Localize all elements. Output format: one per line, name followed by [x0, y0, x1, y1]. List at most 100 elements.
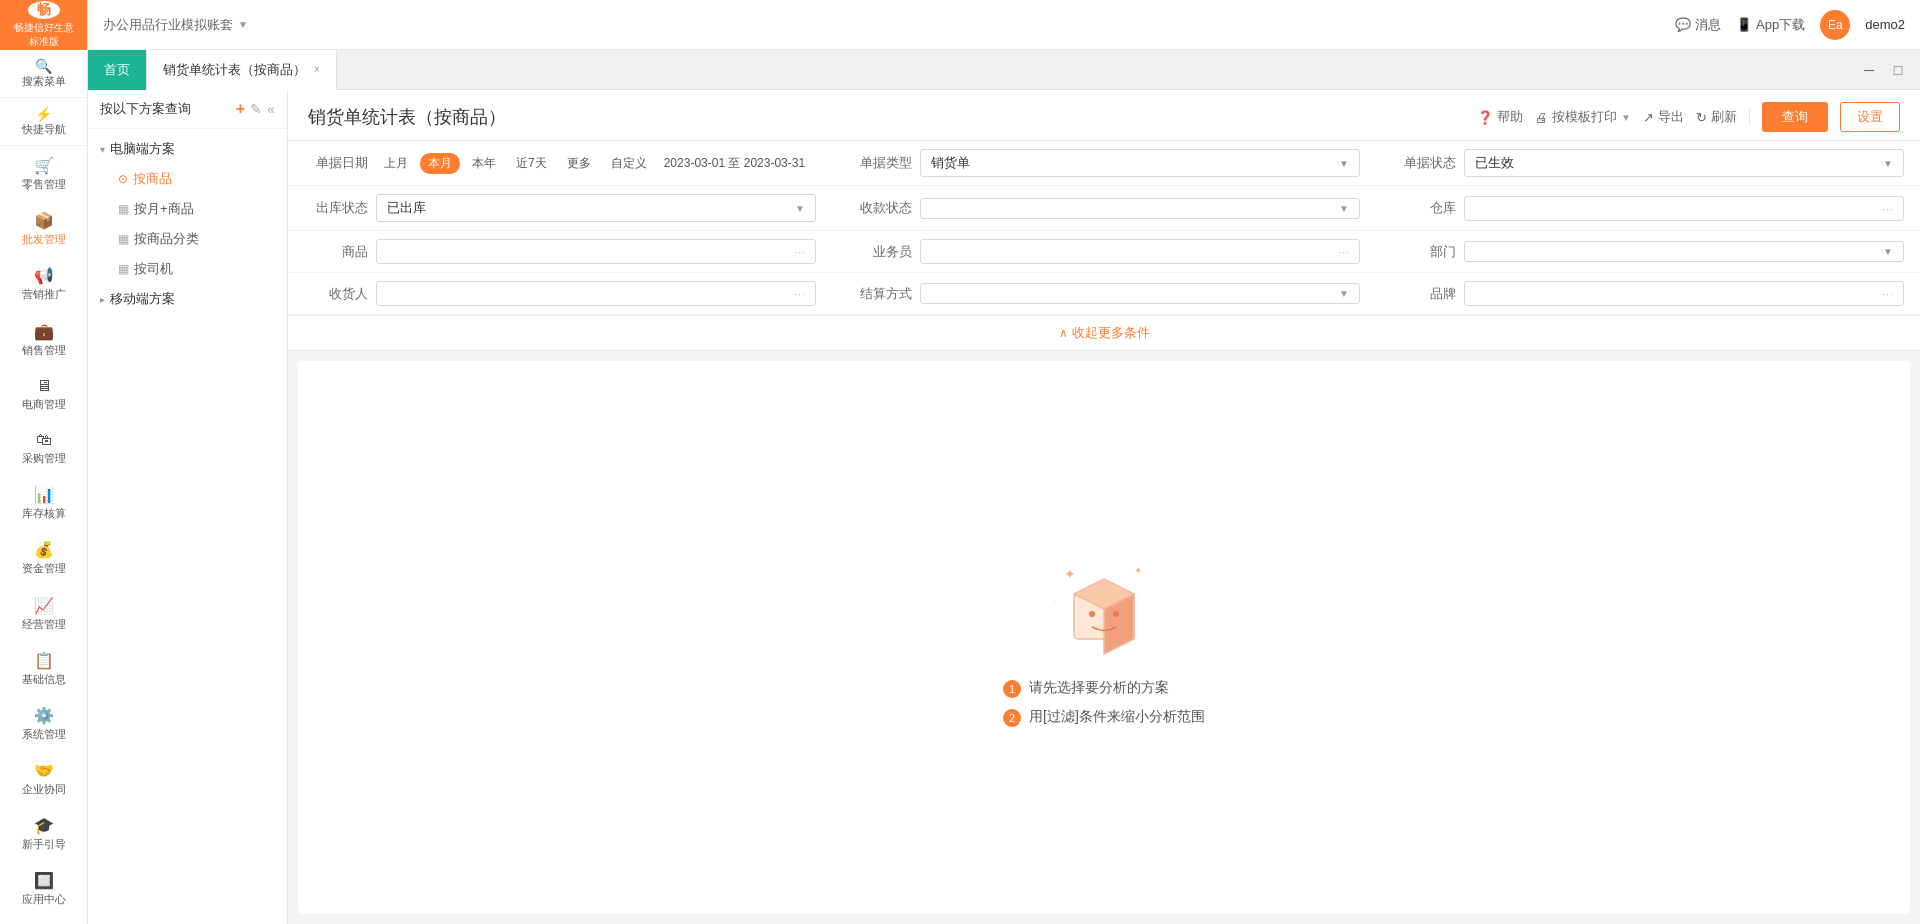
salesman-input[interactable]: ···	[920, 239, 1360, 264]
query-button[interactable]: 查询	[1762, 102, 1828, 132]
collectstatus-select[interactable]: ▼	[920, 198, 1360, 219]
export-icon: ↗	[1643, 110, 1654, 125]
warehouse-input[interactable]: ···	[1464, 196, 1904, 221]
sidebar-item-wholesale[interactable]: 📦 批发管理	[0, 201, 87, 256]
export-label: 导出	[1658, 108, 1684, 126]
tree-section: ▾ 电脑端方案 ⊙ 按商品 ▦ 按月+商品 ▦ 按商品分类 ▦ 按司机	[88, 129, 287, 319]
collapse-label: 收起更多条件	[1072, 324, 1150, 342]
tree-child-by-month-product[interactable]: ▦ 按月+商品	[88, 194, 287, 224]
product-input[interactable]: ···	[376, 239, 816, 264]
basic-label: 基础信息	[22, 673, 66, 686]
tree-expand-icon: ▾	[100, 144, 105, 155]
industry-dropdown-icon[interactable]: ▼	[238, 19, 248, 30]
date-tab-7days[interactable]: 近7天	[508, 153, 555, 174]
receiver-dots: ···	[794, 286, 805, 301]
desktop-scheme-label: 电脑端方案	[110, 140, 175, 158]
empty-svg: ✦ ✦ ·	[1044, 539, 1164, 659]
docstatus-select[interactable]: 已生效 ▼	[1464, 149, 1904, 177]
by-month-product-label: 按月+商品	[134, 200, 194, 218]
refresh-button[interactable]: ↻ 刷新	[1696, 108, 1737, 126]
sidebar-quick-nav[interactable]: ⚡ 快捷导航	[0, 98, 87, 146]
report-tab-label: 销货单统计表（按商品）	[163, 61, 306, 79]
sales-label: 销售管理	[22, 344, 66, 357]
sidebar-item-inventory[interactable]: 📊 库存核算	[0, 475, 87, 530]
by-product-label: 按商品	[133, 170, 172, 188]
dept-select[interactable]: ▼	[1464, 241, 1904, 262]
warehouse-label: 仓库	[1392, 199, 1464, 217]
tree-parent-desktop[interactable]: ▾ 电脑端方案	[88, 134, 287, 164]
search-label: 搜索菜单	[5, 74, 82, 89]
print-icon: 🖨	[1535, 110, 1548, 125]
filter-cell-doctype: 单据类型 销货单 ▼	[832, 141, 1376, 186]
minimize-button[interactable]: ─	[1857, 58, 1881, 82]
filter-cell-outstatus: 出库状态 已出库 ▼	[288, 186, 832, 231]
retail-label: 零售管理	[22, 178, 66, 191]
sidebar-item-basic[interactable]: 📋 基础信息	[0, 641, 87, 696]
sidebar-item-apps[interactable]: 🔲 应用中心	[0, 861, 87, 916]
filter-row-3: 商品 ··· 业务员 ··· 部门	[288, 231, 1920, 273]
apps-label: 应用中心	[22, 893, 66, 906]
topbar-right: 💬 消息 📱 App下载 Ea demo2	[1675, 10, 1905, 40]
filter-cell-settle: 结算方式 ▼	[832, 273, 1376, 315]
collapse-panel-button[interactable]: «	[267, 101, 275, 117]
doctype-select[interactable]: 销货单 ▼	[920, 149, 1360, 177]
sidebar-item-operations[interactable]: 📈 经营管理	[0, 586, 87, 641]
user-initials: Ea	[1828, 18, 1843, 32]
tree-parent-mobile[interactable]: ▸ 移动端方案	[88, 284, 287, 314]
purchase-icon: 🛍	[36, 431, 52, 449]
sidebar-item-system[interactable]: ⚙️ 系统管理	[0, 696, 87, 751]
sidebar-item-finance[interactable]: 💰 资金管理	[0, 530, 87, 585]
add-scheme-button[interactable]: +	[236, 100, 245, 118]
settle-select[interactable]: ▼	[920, 283, 1360, 304]
user-avatar[interactable]: Ea	[1820, 10, 1850, 40]
date-tab-more[interactable]: 更多	[559, 153, 599, 174]
edit-scheme-button[interactable]: ✎	[250, 101, 262, 117]
collectstatus-arrow-icon: ▼	[1339, 203, 1349, 214]
enterprise-icon: 🤝	[34, 761, 54, 780]
date-tab-this-year[interactable]: 本年	[464, 153, 504, 174]
sidebar-item-purchase[interactable]: 🛍 采购管理	[0, 421, 87, 475]
outstatus-select[interactable]: 已出库 ▼	[376, 194, 816, 222]
print-button[interactable]: 🖨 按模板打印 ▼	[1535, 108, 1631, 126]
tab-close-icon[interactable]: ×	[314, 64, 320, 75]
receiver-input[interactable]: ···	[376, 281, 816, 306]
sidebar-item-retail[interactable]: 🛒 零售管理	[0, 146, 87, 201]
help-button[interactable]: ❓ 帮助	[1477, 108, 1523, 126]
settings-button[interactable]: 设置	[1840, 102, 1900, 132]
brand-input[interactable]: ···	[1464, 281, 1904, 306]
filter-row-2: 出库状态 已出库 ▼ 收款状态 ▼ 仓库	[288, 186, 1920, 231]
operations-icon: 📈	[34, 596, 54, 615]
tab-home[interactable]: 首页	[88, 50, 147, 90]
message-button[interactable]: 💬 消息	[1675, 16, 1721, 34]
page-title: 销货单统计表（按商品）	[308, 105, 506, 129]
sidebar-item-marketing[interactable]: 📢 营销推广	[0, 256, 87, 311]
message-icon: 💬	[1675, 17, 1691, 32]
filter-cell-warehouse: 仓库 ···	[1376, 186, 1920, 231]
salesman-dots: ···	[1338, 244, 1349, 259]
maximize-button[interactable]: □	[1886, 58, 1910, 82]
dept-arrow-icon: ▼	[1883, 246, 1893, 257]
tab-report[interactable]: 销货单统计表（按商品） ×	[147, 50, 337, 90]
sidebar-search[interactable]: 🔍 搜索菜单	[0, 50, 87, 98]
print-arrow-icon[interactable]: ▼	[1621, 112, 1631, 123]
date-tab-custom[interactable]: 自定义	[603, 153, 655, 174]
sidebar-item-wechat[interactable]: 💬 企业微信	[0, 917, 87, 924]
page-header: 销货单统计表（按商品） ❓ 帮助 🖨 按模板打印 ▼ ↗ 导出	[288, 90, 1920, 141]
date-range-display: 2023-03-01 至 2023-03-31	[664, 155, 805, 172]
filter-row-1: 单据日期 上月 本月 本年 近7天 更多 自定义 2023-03-01 至 20…	[288, 141, 1920, 186]
outstatus-arrow-icon: ▼	[795, 203, 805, 214]
date-filter-control: 上月 本月 本年 近7天 更多 自定义 2023-03-01 至 2023-03…	[376, 153, 816, 174]
tree-child-by-category[interactable]: ▦ 按商品分类	[88, 224, 287, 254]
operations-label: 经营管理	[22, 618, 66, 631]
app-download-button[interactable]: 📱 App下载	[1736, 16, 1805, 34]
export-button[interactable]: ↗ 导出	[1643, 108, 1684, 126]
date-tab-last-month[interactable]: 上月	[376, 153, 416, 174]
sidebar-item-ecommerce[interactable]: 🖥 电商管理	[0, 367, 87, 421]
collapse-more-button[interactable]: ∧ 收起更多条件	[288, 315, 1920, 350]
tree-child-by-product[interactable]: ⊙ 按商品	[88, 164, 287, 194]
sidebar-item-sales[interactable]: 💼 销售管理	[0, 312, 87, 367]
sidebar-item-enterprise[interactable]: 🤝 企业协同	[0, 751, 87, 806]
date-tab-this-month[interactable]: 本月	[420, 153, 460, 174]
tree-child-by-driver[interactable]: ▦ 按司机	[88, 254, 287, 284]
sidebar-item-newbie[interactable]: 🎓 新手引导	[0, 806, 87, 861]
